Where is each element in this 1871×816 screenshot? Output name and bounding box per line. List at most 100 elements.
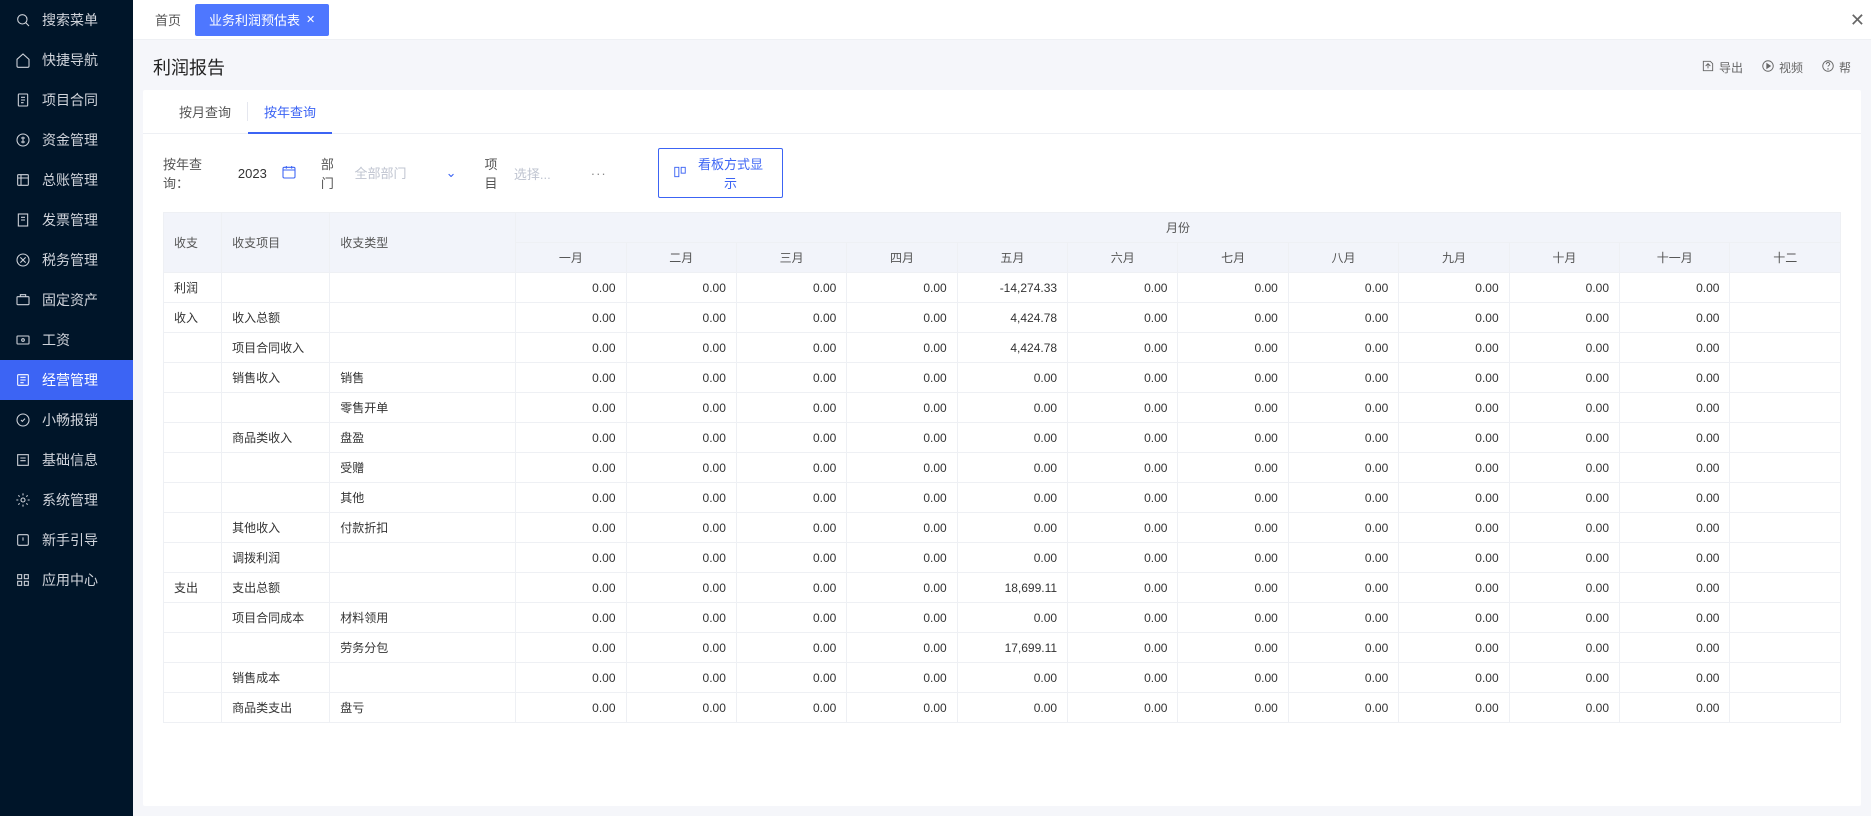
sidebar-item-1[interactable]: 快捷导航 (0, 40, 133, 80)
cell-val: 0.00 (1399, 543, 1509, 573)
cell-b (222, 483, 330, 513)
table-scroll[interactable]: 收支 收支项目 收支类型 月份 一月二月三月四月五月六月七月八月九月十月十一月十… (143, 212, 1861, 806)
video-button[interactable]: 视频 (1761, 59, 1803, 76)
cell-val: 17,699.11 (957, 633, 1067, 663)
cell-val: 0.00 (1509, 333, 1619, 363)
sidebar-item-4[interactable]: 总账管理 (0, 160, 133, 200)
cell-val (1730, 663, 1841, 693)
cell-a (164, 633, 222, 663)
sidebar-item-11[interactable]: 基础信息 (0, 440, 133, 480)
project-select[interactable]: 选择... ··· (514, 164, 634, 183)
sub-tab-month[interactable]: 按月查询 (163, 90, 247, 133)
sidebar-item-6[interactable]: 税务管理 (0, 240, 133, 280)
cell-val: 0.00 (847, 393, 957, 423)
th-month-1: 二月 (626, 243, 736, 273)
th-month-3: 四月 (847, 243, 957, 273)
cell-val: 0.00 (1509, 483, 1619, 513)
sidebar-item-label: 小畅报销 (42, 410, 98, 430)
sidebar-item-3[interactable]: 资金管理 (0, 120, 133, 160)
cell-val (1730, 423, 1841, 453)
sidebar-item-7[interactable]: 固定资产 (0, 280, 133, 320)
cell-c: 受赠 (330, 453, 516, 483)
cell-val: -14,274.33 (957, 273, 1067, 303)
cell-val: 0.00 (847, 333, 957, 363)
calendar-icon[interactable] (281, 164, 297, 183)
year-input[interactable]: 2023 (232, 164, 273, 183)
cell-val (1730, 513, 1841, 543)
kanban-button[interactable]: 看板方式显示 (658, 148, 783, 198)
tab-label: 业务利润预估表 (209, 10, 300, 29)
sidebar-item-12[interactable]: 系统管理 (0, 480, 133, 520)
cell-val: 0.00 (516, 453, 626, 483)
table-row: 项目合同收入0.000.000.000.004,424.780.000.000.… (164, 333, 1841, 363)
cell-c: 销售 (330, 363, 516, 393)
cell-val: 0.00 (516, 303, 626, 333)
money-icon (14, 131, 32, 149)
cell-val: 0.00 (626, 363, 736, 393)
year-filter: 按年查询： 2023 (163, 154, 297, 192)
cell-val: 0.00 (736, 273, 846, 303)
cell-val: 0.00 (1620, 513, 1730, 543)
cell-a (164, 393, 222, 423)
cell-val: 0.00 (516, 693, 626, 723)
cell-b (222, 393, 330, 423)
sidebar-item-10[interactable]: 小畅报销 (0, 400, 133, 440)
chevron-down-icon: ⌄ (446, 165, 457, 181)
cell-val: 0.00 (1068, 453, 1178, 483)
sidebar-item-label: 快捷导航 (42, 50, 98, 70)
dept-filter: 部门 全部部门 ⌄ (321, 154, 461, 192)
sidebar-item-label: 新手引导 (42, 530, 98, 550)
help-button[interactable]: 帮 (1821, 59, 1851, 76)
cell-val: 0.00 (1509, 603, 1619, 633)
table-row: 其他0.000.000.000.000.000.000.000.000.000.… (164, 483, 1841, 513)
cell-val: 0.00 (736, 543, 846, 573)
year-label: 按年查询： (163, 154, 224, 192)
cell-val: 0.00 (1068, 423, 1178, 453)
table-row: 销售成本0.000.000.000.000.000.000.000.000.00… (164, 663, 1841, 693)
cell-val: 0.00 (516, 423, 626, 453)
cell-val: 0.00 (847, 693, 957, 723)
sys-icon (14, 491, 32, 509)
close-all-icon[interactable]: ✕ (1850, 0, 1865, 40)
cell-val: 0.00 (736, 483, 846, 513)
invoice-icon (14, 211, 32, 229)
cell-val: 0.00 (1399, 603, 1509, 633)
cell-val: 0.00 (736, 663, 846, 693)
doc-icon (14, 91, 32, 109)
sidebar-item-2[interactable]: 项目合同 (0, 80, 133, 120)
filter-bar: 按年查询： 2023 部门 全部部门 ⌄ 项目 选择... ··· (143, 134, 1861, 212)
cell-val: 0.00 (847, 603, 957, 633)
export-button[interactable]: 导出 (1701, 59, 1743, 76)
tab-active[interactable]: 业务利润预估表 ✕ (195, 4, 329, 36)
cell-val: 0.00 (1068, 303, 1178, 333)
sub-tab-year[interactable]: 按年查询 (248, 90, 332, 133)
sidebar-item-label: 工资 (42, 330, 70, 350)
asset-icon (14, 291, 32, 309)
cell-a: 支出 (164, 573, 222, 603)
cell-val: 0.00 (1399, 363, 1509, 393)
cell-val: 0.00 (1399, 423, 1509, 453)
cell-c: 盘盈 (330, 423, 516, 453)
cell-val: 0.00 (1399, 393, 1509, 423)
close-icon[interactable]: ✕ (306, 13, 315, 26)
cell-val: 0.00 (1068, 333, 1178, 363)
dept-select[interactable]: 全部部门 ⌄ (351, 161, 461, 185)
cell-c (330, 273, 516, 303)
table-row: 商品类收入盘盈0.000.000.000.000.000.000.000.000… (164, 423, 1841, 453)
tab-home[interactable]: 首页 (141, 4, 195, 36)
cell-val (1730, 543, 1841, 573)
sidebar-item-0[interactable]: 搜索菜单 (0, 0, 133, 40)
sidebar-item-label: 资金管理 (42, 130, 98, 150)
sidebar-item-5[interactable]: 发票管理 (0, 200, 133, 240)
cell-val: 0.00 (957, 393, 1067, 423)
sidebar-item-8[interactable]: 工资 (0, 320, 133, 360)
sidebar-item-14[interactable]: 应用中心 (0, 560, 133, 600)
dept-placeholder: 全部部门 (355, 163, 407, 182)
sidebar-item-13[interactable]: 新手引导 (0, 520, 133, 560)
cell-val: 0.00 (847, 573, 957, 603)
sidebar-item-9[interactable]: 经营管理 (0, 360, 133, 400)
cell-val: 0.00 (847, 273, 957, 303)
th-month-11: 十二 (1730, 243, 1841, 273)
cell-val: 0.00 (1178, 513, 1288, 543)
cell-val (1730, 303, 1841, 333)
